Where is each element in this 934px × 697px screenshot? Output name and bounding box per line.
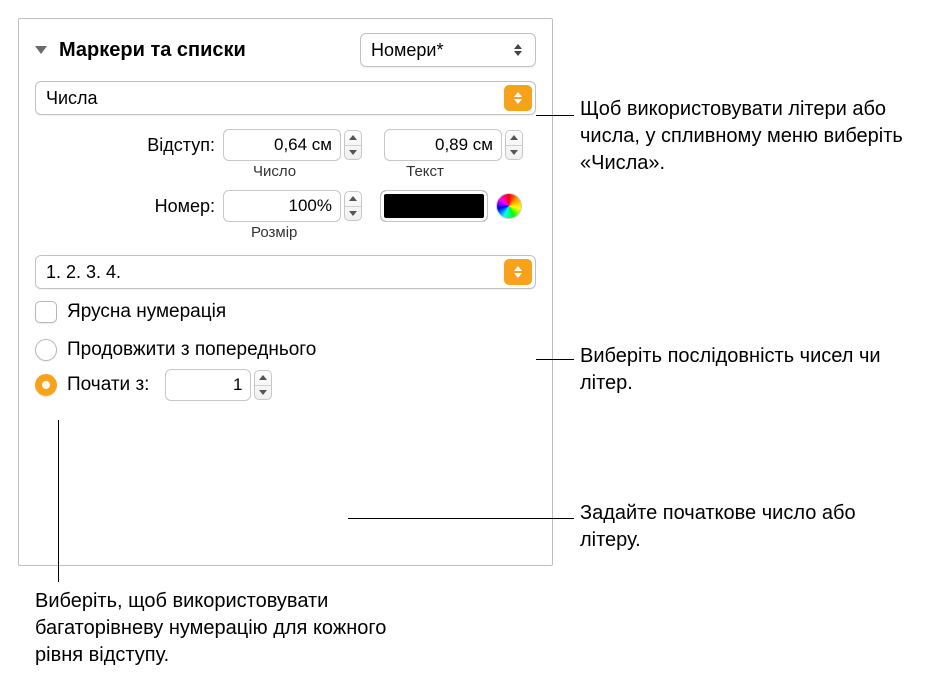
callout-line [58, 420, 59, 582]
start-value-input[interactable] [165, 369, 251, 401]
indent-label: Відступ: [115, 135, 223, 156]
chevron-up-down-icon [504, 259, 532, 285]
indent-number-stepper[interactable] [344, 130, 362, 160]
callout-type: Щоб використовувати літери або числа, у … [580, 96, 910, 177]
continue-label: Продовжити з попереднього [67, 339, 316, 361]
number-label: Номер: [115, 196, 223, 217]
chevron-up-down-icon [504, 85, 532, 111]
start-row: Почати з: [35, 369, 536, 401]
indent-row: Відступ: [115, 129, 536, 161]
indent-text-field [384, 129, 523, 161]
color-well[interactable] [380, 190, 488, 222]
continue-row: Продовжити з попереднього [35, 339, 536, 361]
chevron-up-down-icon [504, 37, 532, 63]
number-type-popup[interactable]: Числа [35, 81, 536, 115]
size-sublabels: Розмір [115, 224, 536, 241]
callout-sequence: Виберіть послідовність чисел чи літер. [580, 343, 910, 397]
indent-number-sublabel: Число [253, 163, 296, 180]
indent-block: Відступ: Число Текст Номер: [35, 129, 536, 241]
size-field [223, 190, 362, 222]
size-sublabel: Розмір [251, 224, 297, 241]
start-radio[interactable] [35, 374, 57, 396]
tiered-label: Ярусна нумерація [67, 301, 226, 323]
indent-text-input[interactable] [384, 129, 502, 161]
indent-text-stepper[interactable] [505, 130, 523, 160]
tiered-row: Ярусна нумерація [35, 301, 536, 323]
sequence-value: 1. 2. 3. 4. [46, 262, 121, 283]
callout-line [536, 359, 574, 360]
start-label: Почати з: [67, 374, 149, 396]
section-title-label: Маркери та списки [59, 39, 246, 62]
color-wheel-icon[interactable] [496, 193, 522, 219]
indent-number-field [223, 129, 362, 161]
sequence-popup[interactable]: 1. 2. 3. 4. [35, 255, 536, 289]
size-input[interactable] [223, 190, 341, 222]
bullets-lists-panel: Маркери та списки Номери* Числа Відступ: [18, 18, 553, 566]
list-style-value: Номери* [371, 40, 443, 61]
number-row: Номер: [115, 190, 536, 222]
section-header-row: Маркери та списки Номери* [35, 33, 536, 67]
indent-sublabels: Число Текст [115, 163, 536, 180]
callout-line [536, 115, 574, 116]
callout-line [348, 518, 574, 519]
callout-tiered: Виберіть, щоб використовувати багаторівн… [35, 588, 395, 669]
start-value-field [165, 369, 272, 401]
indent-text-sublabel: Текст [406, 163, 444, 180]
continue-radio[interactable] [35, 339, 57, 361]
tiered-checkbox[interactable] [35, 301, 57, 323]
section-title[interactable]: Маркери та списки [35, 39, 348, 62]
disclosure-triangle-icon[interactable] [35, 46, 47, 54]
size-stepper[interactable] [344, 191, 362, 221]
callout-start: Задайте початкове число або літеру. [580, 500, 910, 554]
number-type-value: Числа [46, 88, 98, 109]
indent-number-input[interactable] [223, 129, 341, 161]
list-style-popup[interactable]: Номери* [360, 33, 536, 67]
start-value-stepper[interactable] [254, 370, 272, 400]
